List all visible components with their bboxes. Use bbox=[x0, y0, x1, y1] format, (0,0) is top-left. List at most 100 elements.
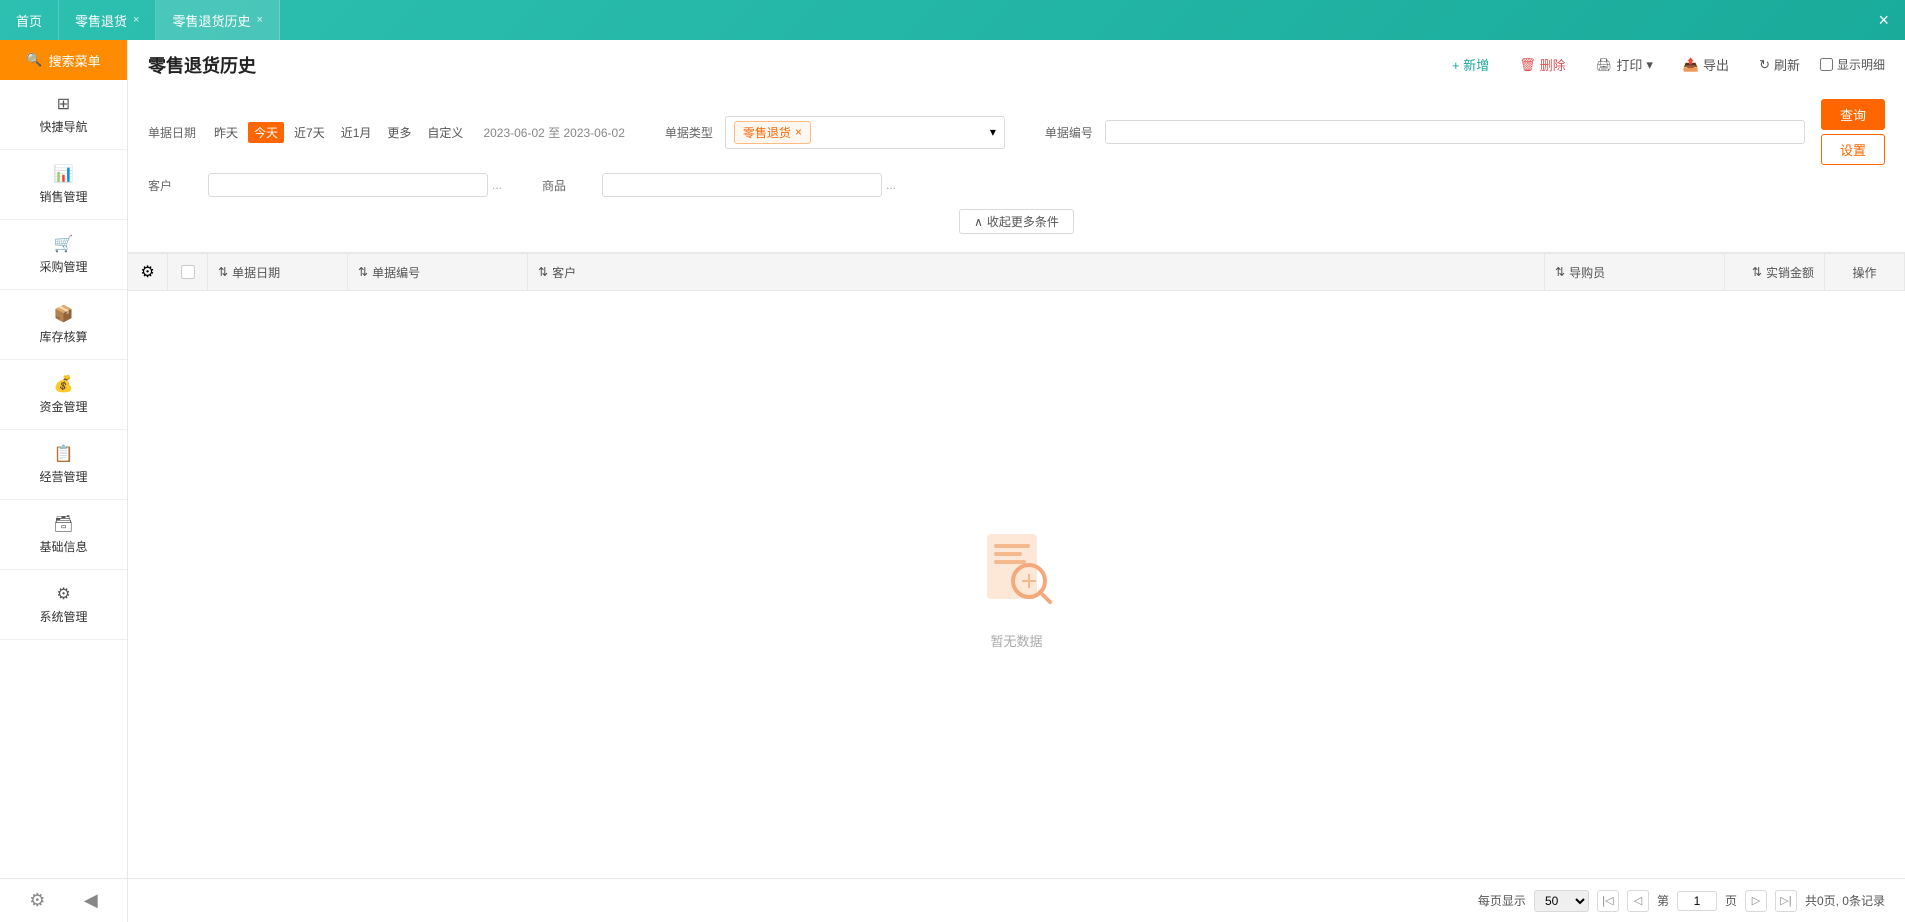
main-layout: 🔍 搜索菜单 ⊞ 快捷导航 📊 销售管理 🛒 采购管理 📦 库存核算 💰 bbox=[0, 40, 1905, 922]
tab-home[interactable]: 首页 bbox=[0, 0, 59, 40]
sidebar-item-quick-nav-label: 快捷导航 bbox=[39, 118, 87, 135]
col-customer-label: 客户 bbox=[552, 264, 576, 281]
col-date: ⇅ 单据日期 bbox=[208, 254, 348, 290]
window-close-button[interactable]: × bbox=[1862, 10, 1905, 31]
filter-row-2: 客户 ... 商品 ... bbox=[148, 173, 1885, 197]
tab-retail-return-history[interactable]: 零售退货历史 × bbox=[156, 0, 279, 40]
tab-retail-return-history-close[interactable]: × bbox=[256, 14, 262, 26]
collapse-icon: ∧ bbox=[974, 215, 983, 229]
sort-icon-amount[interactable]: ⇅ bbox=[1752, 265, 1762, 279]
sidebar-nav: ⊞ 快捷导航 📊 销售管理 🛒 采购管理 📦 库存核算 💰 资金管理 📋 bbox=[0, 80, 127, 878]
col-actions-label: 操作 bbox=[1852, 264, 1876, 281]
col-actions: 操作 bbox=[1825, 254, 1905, 290]
sidebar-item-base-info[interactable]: 🗃 基础信息 bbox=[0, 500, 127, 570]
export-button[interactable]: 📤 导出 bbox=[1673, 50, 1739, 79]
col-customer: ⇅ 客户 bbox=[528, 254, 1545, 290]
bill-no-input[interactable] bbox=[1105, 120, 1805, 144]
page-title-row: 零售退货历史 + 新增 🗑 删除 🖨 打印 ▾ 📤 导出 bbox=[148, 50, 1885, 79]
page-title: 零售退货历史 bbox=[148, 52, 256, 78]
sidebar-item-inventory-label: 库存核算 bbox=[39, 328, 87, 345]
sidebar-search-label: 搜索菜单 bbox=[49, 51, 101, 70]
sidebar-item-sales-mgmt[interactable]: 📊 销售管理 bbox=[0, 150, 127, 220]
page-next-button[interactable]: ▷ bbox=[1745, 890, 1767, 912]
tab-retail-return[interactable]: 零售退货 × bbox=[59, 0, 156, 40]
date-btn-7days[interactable]: 近7天 bbox=[288, 122, 331, 143]
goods-input[interactable] bbox=[602, 173, 882, 197]
query-button[interactable]: 查询 bbox=[1821, 99, 1885, 130]
export-icon: 📤 bbox=[1683, 57, 1699, 73]
bill-type-select[interactable]: 零售退货 × ▾ bbox=[725, 116, 1005, 149]
system-icon: ⚙ bbox=[54, 584, 74, 604]
sidebar-item-purchase-mgmt[interactable]: 🛒 采购管理 bbox=[0, 220, 127, 290]
col-bill-no: ⇅ 单据编号 bbox=[348, 254, 528, 290]
table-select-all-col[interactable] bbox=[168, 254, 208, 290]
date-btn-more[interactable]: 更多 bbox=[381, 122, 417, 143]
sort-icon-bill-no[interactable]: ⇅ bbox=[358, 265, 368, 279]
sidebar-item-inventory[interactable]: 📦 库存核算 bbox=[0, 290, 127, 360]
display-detail-input[interactable] bbox=[1820, 58, 1833, 71]
delete-icon: 🗑 bbox=[1519, 57, 1536, 73]
sidebar-item-operations[interactable]: 📋 经营管理 bbox=[0, 430, 127, 500]
sidebar-search-button[interactable]: 🔍 搜索菜单 bbox=[0, 40, 127, 80]
refresh-icon: ↻ bbox=[1759, 57, 1770, 73]
print-dropdown-icon: ▾ bbox=[1646, 57, 1653, 73]
sidebar-item-finance-label: 资金管理 bbox=[39, 398, 87, 415]
operations-icon: 📋 bbox=[54, 444, 74, 464]
sidebar-item-quick-nav[interactable]: ⊞ 快捷导航 bbox=[0, 80, 127, 150]
sort-icon-date[interactable]: ⇅ bbox=[218, 265, 228, 279]
bill-no-label: 单据编号 bbox=[1045, 124, 1105, 141]
tab-retail-return-close[interactable]: × bbox=[133, 14, 139, 26]
sidebar-settings-button[interactable]: ⚙ bbox=[29, 890, 45, 911]
sidebar: 🔍 搜索菜单 ⊞ 快捷导航 📊 销售管理 🛒 采购管理 📦 库存核算 💰 bbox=[0, 40, 128, 922]
page-unit-label: 页 bbox=[1725, 892, 1737, 909]
pagination: 每页显示 50 100 200 |◁ ◁ 第 页 ▷ ▷| 共0页, 0条记录 bbox=[128, 878, 1905, 922]
sort-icon-customer[interactable]: ⇅ bbox=[538, 265, 548, 279]
finance-icon: 💰 bbox=[54, 374, 74, 394]
sidebar-item-system-label: 系统管理 bbox=[39, 608, 87, 625]
inventory-icon: 📦 bbox=[54, 304, 74, 324]
date-btn-yesterday[interactable]: 昨天 bbox=[208, 122, 244, 143]
refresh-label: 刷新 bbox=[1774, 55, 1800, 74]
empty-state: 暂无数据 bbox=[128, 291, 1905, 878]
bill-type-tag-close[interactable]: × bbox=[795, 125, 802, 139]
customer-input[interactable] bbox=[208, 173, 488, 197]
select-all-checkbox[interactable] bbox=[181, 265, 195, 279]
empty-text: 暂无数据 bbox=[990, 631, 1042, 650]
tab-bar: 首页 零售退货 × 零售退货历史 × bbox=[0, 0, 1862, 40]
date-btn-today[interactable]: 今天 bbox=[248, 122, 284, 143]
customer-ellipsis: ... bbox=[492, 178, 502, 192]
display-detail-label: 显示明细 bbox=[1837, 56, 1885, 73]
page-number-input[interactable] bbox=[1677, 891, 1717, 911]
date-btn-1month[interactable]: 近1月 bbox=[335, 122, 378, 143]
page-go-label: 第 bbox=[1657, 892, 1669, 909]
collapse-button[interactable]: ∧ 收起更多条件 bbox=[959, 209, 1074, 234]
setting-button[interactable]: 设置 bbox=[1821, 134, 1885, 165]
page-first-button[interactable]: |◁ bbox=[1597, 890, 1619, 912]
page-last-button[interactable]: ▷| bbox=[1775, 890, 1797, 912]
sidebar-collapse-button[interactable]: ◀ bbox=[84, 890, 98, 911]
date-range-display: 2023-06-02 至 2023-06-02 bbox=[483, 124, 624, 141]
new-button[interactable]: + 新增 bbox=[1442, 50, 1499, 79]
print-button[interactable]: 🖨 打印 ▾ bbox=[1586, 50, 1663, 79]
tab-retail-return-label: 零售退货 bbox=[75, 11, 127, 30]
sidebar-item-base-info-label: 基础信息 bbox=[39, 538, 87, 555]
refresh-button[interactable]: ↻ 刷新 bbox=[1749, 50, 1810, 79]
date-quick-buttons: 昨天 今天 近7天 近1月 更多 自定义 bbox=[208, 122, 469, 143]
topbar: 首页 零售退货 × 零售退货历史 × × bbox=[0, 0, 1905, 40]
sidebar-bottom: ⚙ ◀ bbox=[0, 878, 127, 922]
delete-button[interactable]: 🗑 删除 bbox=[1509, 50, 1576, 79]
collapse-bar: ∧ 收起更多条件 bbox=[148, 205, 1885, 242]
col-bill-no-label: 单据编号 bbox=[372, 264, 420, 281]
display-detail-checkbox[interactable]: 显示明细 bbox=[1820, 56, 1885, 73]
quick-nav-icon: ⊞ bbox=[54, 94, 74, 114]
toolbar-actions: + 新增 🗑 删除 🖨 打印 ▾ 📤 导出 ↻ bbox=[1442, 50, 1885, 79]
sort-icon-guide[interactable]: ⇅ bbox=[1555, 265, 1565, 279]
table-container: ⚙ ⇅ 单据日期 ⇅ 单据编号 ⇅ 客户 ⇅ bbox=[128, 253, 1905, 878]
page-size-label: 每页显示 bbox=[1478, 892, 1526, 909]
page-size-select[interactable]: 50 100 200 bbox=[1534, 890, 1589, 912]
sidebar-item-finance[interactable]: 💰 资金管理 bbox=[0, 360, 127, 430]
table-settings-col[interactable]: ⚙ bbox=[128, 254, 168, 290]
sidebar-item-system-mgmt[interactable]: ⚙ 系统管理 bbox=[0, 570, 127, 640]
date-btn-custom[interactable]: 自定义 bbox=[421, 122, 469, 143]
page-prev-button[interactable]: ◁ bbox=[1627, 890, 1649, 912]
